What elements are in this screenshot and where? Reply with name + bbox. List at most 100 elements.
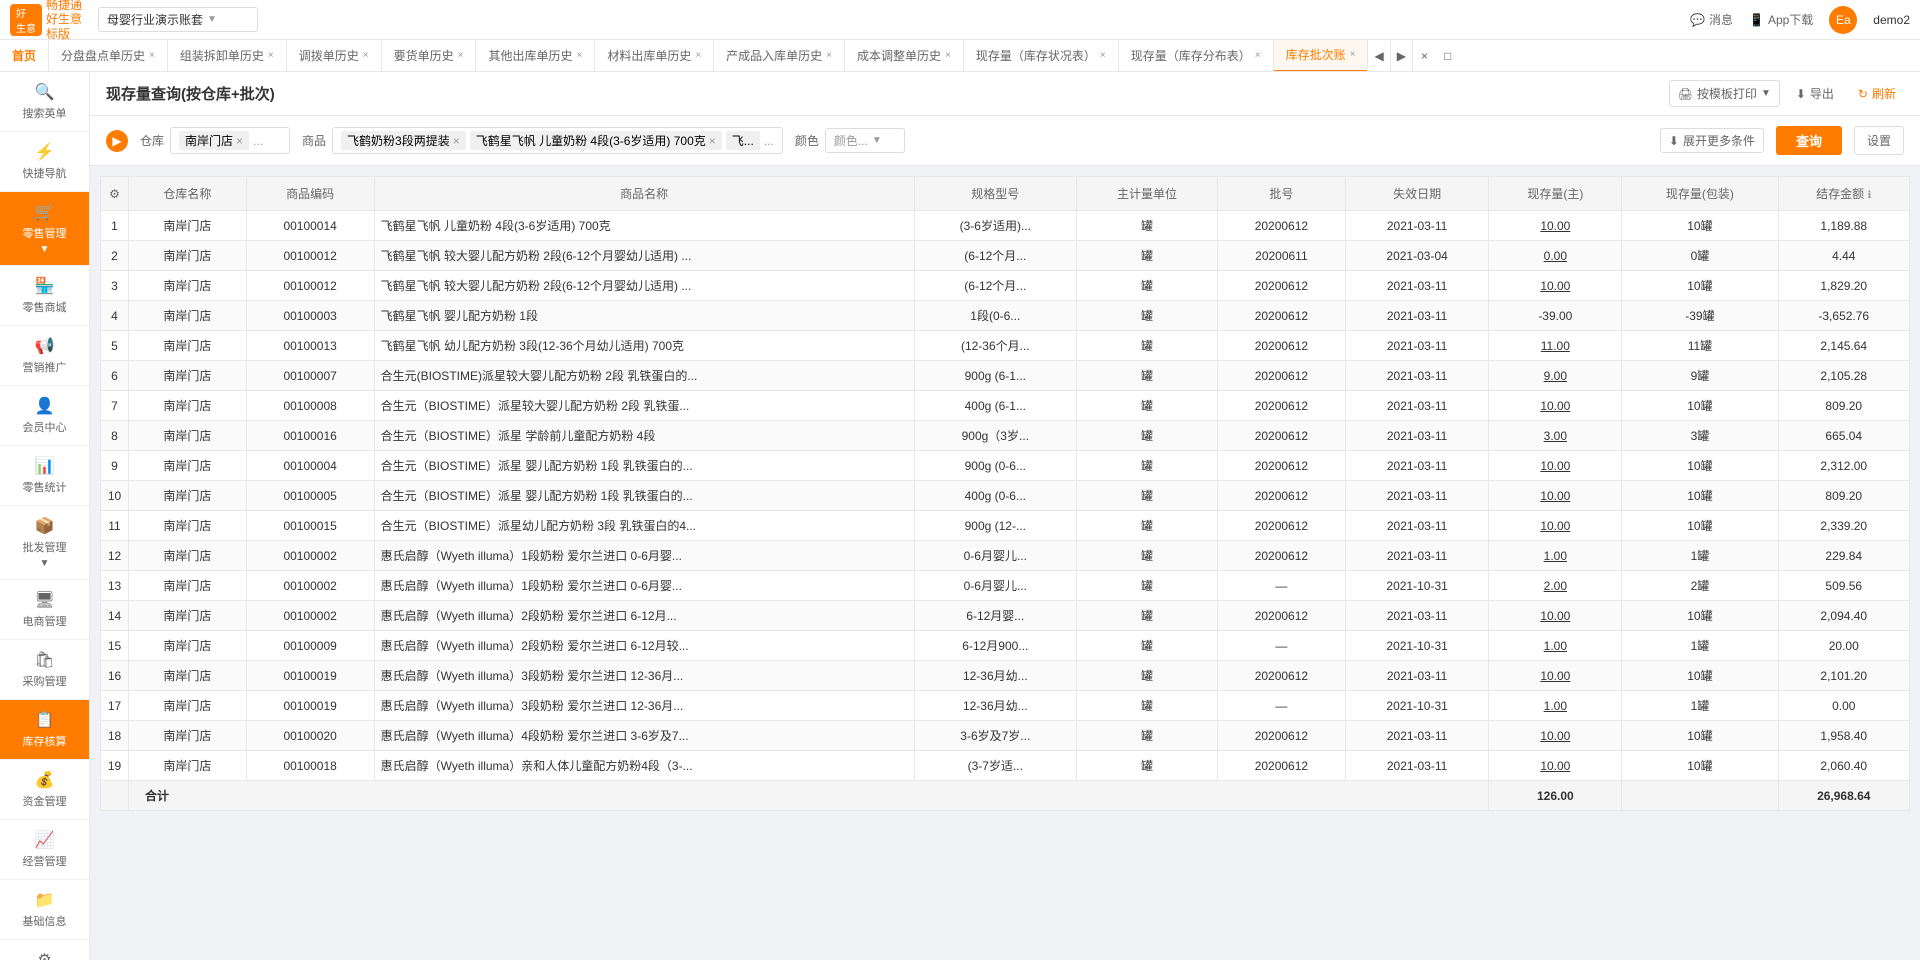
product-tag1-close[interactable]: × xyxy=(453,134,460,148)
print-template-button[interactable]: 🖨 按模板打印 ▼ xyxy=(1669,80,1780,107)
cell-qty-pack: 10罐 xyxy=(1622,451,1778,481)
cell-qty-main[interactable]: 10.00 xyxy=(1489,481,1622,511)
tab-cailiaochu[interactable]: 材料出库单历史 × xyxy=(595,40,714,72)
tab-xianzai-stock[interactable]: 现存量（库存状况表） × xyxy=(964,40,1119,72)
tab-chengbenru-close[interactable]: × xyxy=(826,50,832,61)
cell-expire: 2021-03-11 xyxy=(1345,601,1488,631)
th-settings[interactable]: ⚙ xyxy=(101,177,129,211)
sidebar-item-operation[interactable]: 📈 经营管理 xyxy=(0,820,89,880)
sidebar-item-stats[interactable]: 📊 零售统计 xyxy=(0,446,89,506)
cell-name: 惠氏启醇（Wyeth illuma）4段奶粉 爱尔兰进口 3-6岁及7... xyxy=(374,721,914,751)
tab-chengbentiao[interactable]: 成本调整单历史 × xyxy=(845,40,964,72)
sidebar-item-finance[interactable]: 💰 资金管理 xyxy=(0,760,89,820)
expand-filter-button[interactable]: ▶ xyxy=(106,130,128,152)
tab-tiaobai-close[interactable]: × xyxy=(363,50,369,61)
warehouse-tag-wrap[interactable]: 南岸门店 × ... xyxy=(170,127,290,154)
cell-warehouse: 南岸门店 xyxy=(129,361,247,391)
tab-maximize-button[interactable]: □ xyxy=(1436,40,1459,72)
cell-qty-main: -39.00 xyxy=(1489,301,1622,331)
tab-kupici[interactable]: 库存批次账 × xyxy=(1274,40,1369,72)
sidebar-item-retail[interactable]: 🛒 零售管理 ▼ xyxy=(0,192,89,266)
msg-button[interactable]: 💬 消息 xyxy=(1690,11,1733,28)
warehouse-more: ... xyxy=(253,134,263,148)
avatar[interactable]: Ea xyxy=(1829,6,1857,34)
cell-qty-main[interactable]: 10.00 xyxy=(1489,211,1622,241)
cell-qty-main[interactable]: 1.00 xyxy=(1489,541,1622,571)
cell-name: 合生元（BIOSTIME）派星 婴儿配方奶粉 1段 乳铁蛋白的... xyxy=(374,451,914,481)
tab-xianzai-dist-close[interactable]: × xyxy=(1255,50,1261,61)
avatar-label: Ea xyxy=(1836,13,1851,27)
sidebar-item-basic[interactable]: 📁 基础信息 xyxy=(0,880,89,940)
product-tag2-close[interactable]: × xyxy=(709,134,716,148)
warehouse-tag-close[interactable]: × xyxy=(236,134,243,148)
cell-warehouse: 南岸门店 xyxy=(129,271,247,301)
sidebar-item-system[interactable]: ⚙ 系统管理 xyxy=(0,940,89,960)
settings-button[interactable]: 设置 xyxy=(1854,126,1904,155)
tab-zuchai[interactable]: 组装拆卸单历史 × xyxy=(168,40,287,72)
sidebar-item-shop[interactable]: 🏪 零售商城 xyxy=(0,266,89,326)
cell-unit: 罐 xyxy=(1077,631,1218,661)
cell-qty-main[interactable]: 11.00 xyxy=(1489,331,1622,361)
cell-no: 19 xyxy=(101,751,129,781)
tab-yaohuo-close[interactable]: × xyxy=(458,50,464,61)
cell-batch: — xyxy=(1217,571,1345,601)
cell-qty-main[interactable]: 1.00 xyxy=(1489,631,1622,661)
cell-qty-main[interactable]: 0.00 xyxy=(1489,241,1622,271)
tab-kupici-close[interactable]: × xyxy=(1350,49,1356,60)
tab-chengbenru[interactable]: 产成品入库单历史 × xyxy=(714,40,845,72)
tab-xianzai-stock-close[interactable]: × xyxy=(1100,50,1106,61)
cell-warehouse: 南岸门店 xyxy=(129,421,247,451)
tab-home[interactable]: 首页 xyxy=(0,40,49,72)
tab-zuchai-close[interactable]: × xyxy=(268,50,274,61)
tab-fenpan[interactable]: 分盘盘点单历史 × xyxy=(49,40,168,72)
expand-more-button[interactable]: ⬇ 展开更多条件 xyxy=(1660,128,1764,153)
tab-close-all-button[interactable]: × xyxy=(1413,40,1436,72)
cell-qty-main[interactable]: 9.00 xyxy=(1489,361,1622,391)
tab-cailiaochu-close[interactable]: × xyxy=(695,50,701,61)
sidebar-item-purchase[interactable]: 🛍 采购管理 xyxy=(0,640,89,700)
cell-qty-main[interactable]: 10.00 xyxy=(1489,661,1622,691)
cell-qty-main[interactable]: 10.00 xyxy=(1489,721,1622,751)
tab-qitachu-close[interactable]: × xyxy=(576,50,582,61)
tab-yaohuo-label: 要货单历史 xyxy=(394,47,454,64)
cell-unit: 罐 xyxy=(1077,331,1218,361)
sidebar-item-member[interactable]: 👤 会员中心 xyxy=(0,386,89,446)
data-table: ⚙ 仓库名称 商品编码 商品名称 规格型号 主计量单位 批号 失效日期 现存量(… xyxy=(100,176,1910,811)
tab-chengbentiao-close[interactable]: × xyxy=(945,50,951,61)
cell-name: 合生元（BIOSTIME）派星 学龄前儿童配方奶粉 4段 xyxy=(374,421,914,451)
cell-qty-main[interactable]: 1.00 xyxy=(1489,691,1622,721)
logo: 好生意 畅捷通好生意 标版 xyxy=(10,0,90,41)
tab-next-button[interactable]: ▶ xyxy=(1391,40,1413,72)
sidebar-item-ecommerce[interactable]: 🖥 电商管理 xyxy=(0,580,89,640)
sidebar-item-inventory[interactable]: 📋 库存核算 xyxy=(0,700,89,760)
sidebar-item-marketing[interactable]: 📢 营销推广 xyxy=(0,326,89,386)
tab-xianzai-dist[interactable]: 现存量（库存分布表） × xyxy=(1119,40,1274,72)
cell-qty-main[interactable]: 10.00 xyxy=(1489,391,1622,421)
cell-qty-main[interactable]: 10.00 xyxy=(1489,271,1622,301)
app-download-button[interactable]: 📱 App下载 xyxy=(1749,11,1813,28)
refresh-button[interactable]: ↻ 刷新 xyxy=(1850,81,1904,106)
tab-qitachu[interactable]: 其他出库单历史 × xyxy=(476,40,595,72)
sidebar-item-quick[interactable]: ⚡ 快捷导航 xyxy=(0,132,89,192)
export-button[interactable]: ⬇ 导出 xyxy=(1788,81,1842,106)
cell-qty-main[interactable]: 10.00 xyxy=(1489,451,1622,481)
table-row: 14 南岸门店 00100002 惠氏启醇（Wyeth illuma）2段奶粉 … xyxy=(101,601,1910,631)
tab-yaohuo[interactable]: 要货单历史 × xyxy=(382,40,477,72)
cell-qty-main[interactable]: 10.00 xyxy=(1489,511,1622,541)
color-filter-select[interactable]: 颜色... ▼ xyxy=(825,128,905,153)
cell-qty-main[interactable]: 3.00 xyxy=(1489,421,1622,451)
search-button[interactable]: 查询 xyxy=(1776,126,1842,155)
tab-tiaobai[interactable]: 调拨单历史 × xyxy=(287,40,382,72)
cell-qty-main[interactable]: 10.00 xyxy=(1489,601,1622,631)
sidebar-item-search[interactable]: 🔍 搜索英单 xyxy=(0,72,89,132)
product-tag-wrap[interactable]: 飞鹤奶粉3段两提装 × 飞鹤星飞帆 儿童奶粉 4段(3-6岁适用) 700克 ×… xyxy=(332,127,783,154)
tab-prev-button[interactable]: ◀ xyxy=(1368,40,1390,72)
amount-info-icon[interactable]: ℹ xyxy=(1868,190,1872,201)
cell-qty-main[interactable]: 2.00 xyxy=(1489,571,1622,601)
sidebar-item-wholesale[interactable]: 📦 批发管理 ▼ xyxy=(0,506,89,580)
cell-spec: 900g (0-6... xyxy=(914,451,1077,481)
cell-qty-main[interactable]: 10.00 xyxy=(1489,751,1622,781)
breadcrumb-selector[interactable]: 母婴行业演示账套 ▼ xyxy=(98,7,258,32)
cell-amount: 1,829.20 xyxy=(1778,271,1909,301)
tab-fenpan-close[interactable]: × xyxy=(149,50,155,61)
